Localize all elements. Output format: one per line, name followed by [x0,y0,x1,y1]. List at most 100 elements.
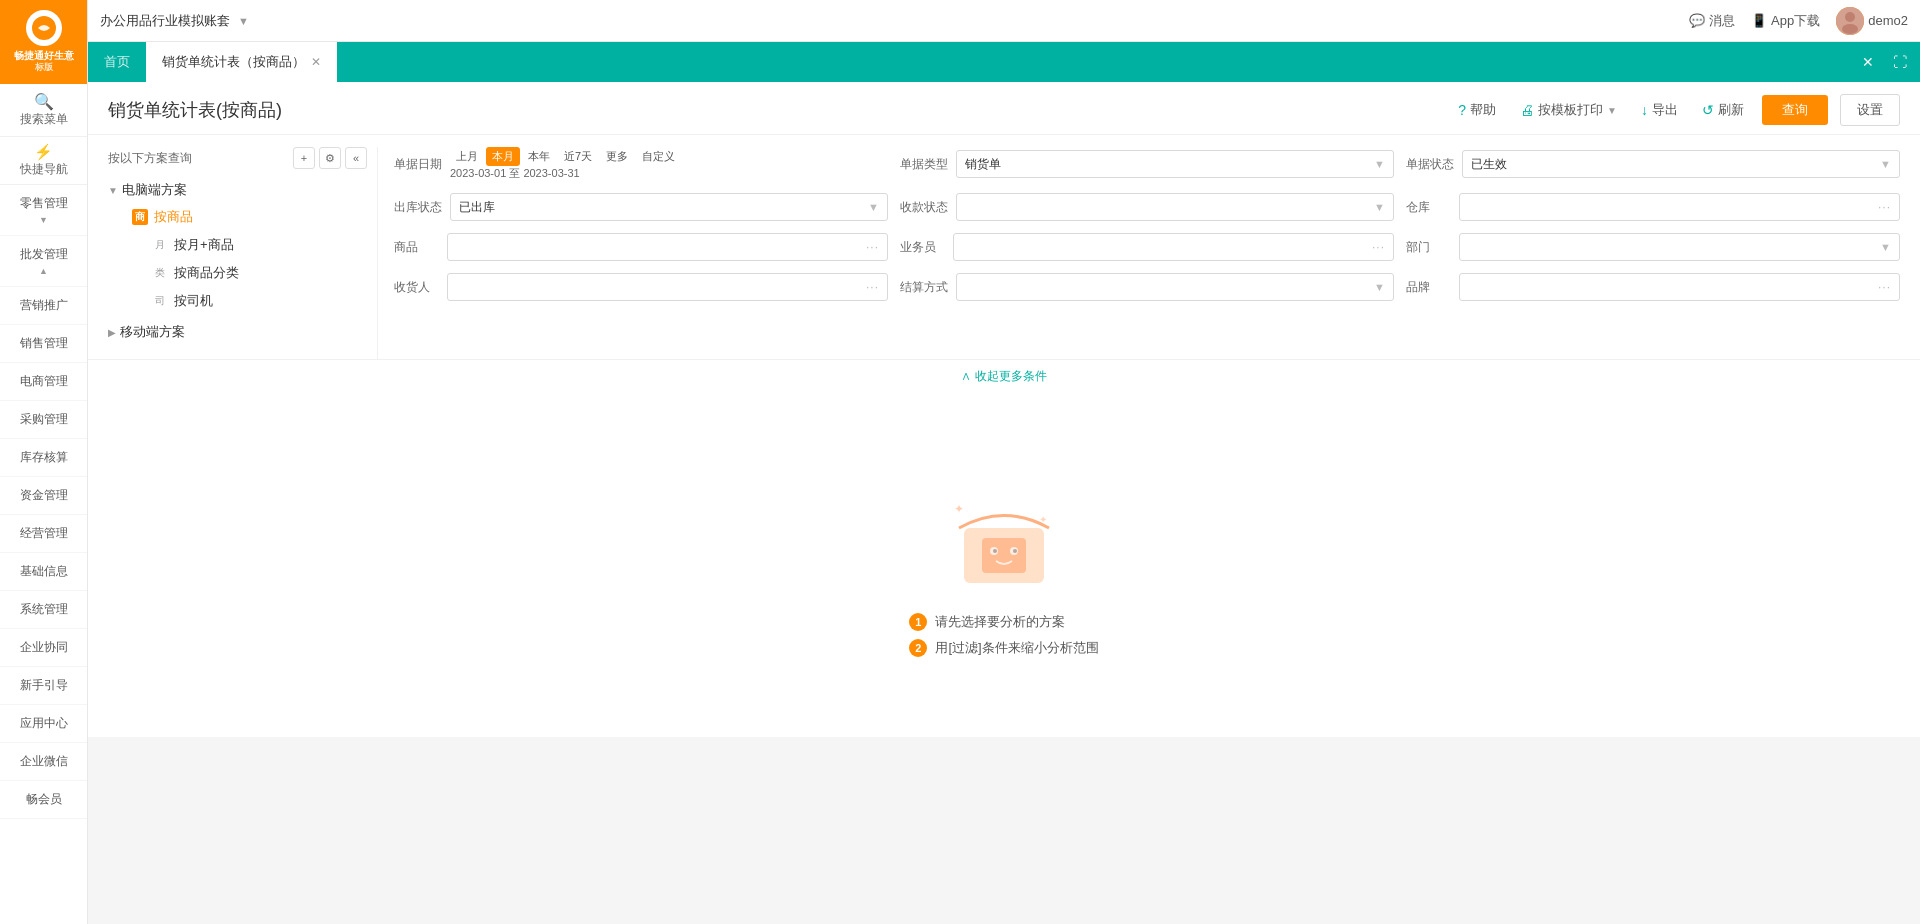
receiver-field: 收货人 ··· [394,273,888,301]
export-btn[interactable]: ↓ 导出 [1635,97,1684,123]
sidebar-item-wechat[interactable]: 企业微信 [0,743,87,781]
doc-status-control[interactable]: 已生效 ▼ [1462,150,1900,178]
sidebar-item-sales[interactable]: 销售管理 [0,325,87,363]
date-tab-this-year[interactable]: 本年 [522,147,556,166]
sidebar-item-ecommerce[interactable]: 电商管理 [0,363,87,401]
tab-stats[interactable]: 销货单统计表（按商品） ✕ [146,42,337,82]
doc-type-arrow-icon: ▼ [1374,158,1385,170]
payment-method-field: 结算方式 ▼ [900,273,1394,301]
out-status-arrow-icon: ▼ [868,201,879,213]
sidebar-item-basic[interactable]: 基础信息 [0,553,87,591]
industry-dropdown-icon[interactable]: ▼ [238,15,249,27]
scheme-month-product-label: 按月+商品 [174,236,234,254]
payment-status-control[interactable]: ▼ [956,193,1394,221]
pc-group-label: 电脑端方案 [122,181,187,199]
page-content: 销货单统计表(按商品) ? 帮助 🖨 按模板打印 ▼ ↓ 导出 [88,82,1920,924]
payment-method-label: 结算方式 [900,279,948,296]
sidebar-item-retail[interactable]: 零售管理 ▼ [0,185,87,236]
print-btn[interactable]: 🖨 按模板打印 ▼ [1514,97,1623,123]
sidebar-item-member[interactable]: 畅会员 [0,781,87,819]
payment-status-field: 收款状态 ▼ [900,193,1394,221]
date-tab-custom[interactable]: 自定义 [636,147,681,166]
left-panel-title: 按以下方案查询 [108,150,192,167]
salesperson-control[interactable]: ··· [953,233,1394,261]
search-menu-item[interactable]: 🔍 搜索菜单 [0,84,87,137]
tab-close-window-icon[interactable]: ✕ [1856,50,1880,74]
collapse-bar[interactable]: ∧ 收起更多条件 [88,359,1920,393]
sidebar-item-wholesale[interactable]: 批发管理 ▲ [0,236,87,287]
filter-area: 按以下方案查询 + ⚙ « ▼ 电脑端方案 [88,135,1920,359]
pc-group-arrow-icon: ▼ [108,185,118,196]
refresh-icon: ↺ [1702,102,1714,118]
date-tab-last-month[interactable]: 上月 [450,147,484,166]
pc-scheme-group-header[interactable]: ▼ 电脑端方案 [108,177,367,203]
mobile-scheme-group-header[interactable]: ▶ 移动端方案 [108,319,367,345]
tip2-text: 用[过滤]条件来缩小分析范围 [935,639,1098,657]
tab-close-icon[interactable]: ✕ [311,55,321,69]
tab-home[interactable]: 首页 [88,42,146,82]
empty-text: 1 请先选择要分析的方案 2 用[过滤]条件来缩小分析范围 [909,613,1098,657]
download-icon: 📱 [1751,13,1767,28]
setting-button[interactable]: 设置 [1840,94,1900,126]
top-bar-right: 💬 消息 📱 App下载 demo2 [1689,7,1908,35]
date-tab-7days[interactable]: 近7天 [558,147,598,166]
tip1-text: 请先选择要分析的方案 [935,613,1065,631]
doc-status-arrow-icon: ▼ [1880,158,1891,170]
user-menu[interactable]: demo2 [1836,7,1908,35]
tip2-num: 2 [909,639,927,657]
svg-text:✦: ✦ [1039,514,1047,525]
messages-btn[interactable]: 💬 消息 [1689,12,1735,30]
scheme-by-product[interactable]: 商 按商品 [108,203,367,231]
date-tab-this-month[interactable]: 本月 [486,147,520,166]
doc-type-field: 单据类型 销货单 ▼ [900,150,1394,178]
scheme-by-cashier[interactable]: 司 按司机 [128,287,367,315]
doc-status-field: 单据状态 已生效 ▼ [1406,150,1900,178]
brand-control[interactable]: ··· [1459,273,1900,301]
department-arrow-icon: ▼ [1880,241,1891,253]
query-button[interactable]: 查询 [1762,95,1828,125]
page-actions: ? 帮助 🖨 按模板打印 ▼ ↓ 导出 ↺ 刷新 [1452,94,1900,126]
sidebar-item-system[interactable]: 系统管理 [0,591,87,629]
receiver-control[interactable]: ··· [447,273,888,301]
help-icon: ? [1458,102,1466,118]
payment-method-control[interactable]: ▼ [956,273,1394,301]
refresh-btn[interactable]: ↺ 刷新 [1696,97,1750,123]
sidebar-item-purchase[interactable]: 采购管理 [0,401,87,439]
department-control[interactable]: ▼ [1459,233,1900,261]
empty-tip-2: 2 用[过滤]条件来缩小分析范围 [909,639,1098,657]
scheme-by-category[interactable]: 类 按商品分类 [128,259,367,287]
help-btn[interactable]: ? 帮助 [1452,97,1502,123]
sidebar-item-enterprise[interactable]: 企业协同 [0,629,87,667]
scheme-by-month-product[interactable]: 月 按月+商品 [128,231,367,259]
top-bar: 办公用品行业模拟账套 ▼ 💬 消息 📱 App下载 demo2 [88,0,1920,42]
industry-name: 办公用品行业模拟账套 [100,12,230,30]
product-label: 商品 [394,239,439,256]
sidebar-item-operation[interactable]: 经营管理 [0,515,87,553]
sidebar-item-marketing[interactable]: 营销推广 [0,287,87,325]
out-status-control[interactable]: 已出库 ▼ [450,193,888,221]
warehouse-control[interactable]: ··· [1459,193,1900,221]
pc-scheme-group: ▼ 电脑端方案 商 按商品 月 按月+ [108,177,367,315]
messages-label: 消息 [1709,12,1735,30]
app-logo: 畅捷通好生意 标版 [0,0,87,84]
tab-maximize-icon[interactable]: ⛶ [1888,50,1912,74]
svg-text:✦: ✦ [954,502,964,516]
tip1-num: 1 [909,613,927,631]
sidebar-item-guide[interactable]: 新手引导 [0,667,87,705]
sidebar-item-inventory[interactable]: 库存核算 [0,439,87,477]
product-control[interactable]: ··· [447,233,888,261]
edit-scheme-btn[interactable]: ⚙ [319,147,341,169]
collapse-panel-btn[interactable]: « [345,147,367,169]
month-product-icon: 月 [152,237,168,253]
tab-bar: 首页 销货单统计表（按商品） ✕ ✕ ⛶ [88,42,1920,82]
doc-type-control[interactable]: 销货单 ▼ [956,150,1394,178]
print-dropdown-icon[interactable]: ▼ [1607,105,1617,116]
app-download-btn[interactable]: 📱 App下载 [1751,12,1820,30]
quick-nav-item[interactable]: ⚡ 快捷导航 [0,137,87,185]
doc-type-label: 单据类型 [900,156,948,173]
salesperson-dots-icon: ··· [1372,240,1385,254]
sidebar-item-apps[interactable]: 应用中心 [0,705,87,743]
date-tab-more[interactable]: 更多 [600,147,634,166]
add-scheme-btn[interactable]: + [293,147,315,169]
sidebar-item-finance[interactable]: 资金管理 [0,477,87,515]
